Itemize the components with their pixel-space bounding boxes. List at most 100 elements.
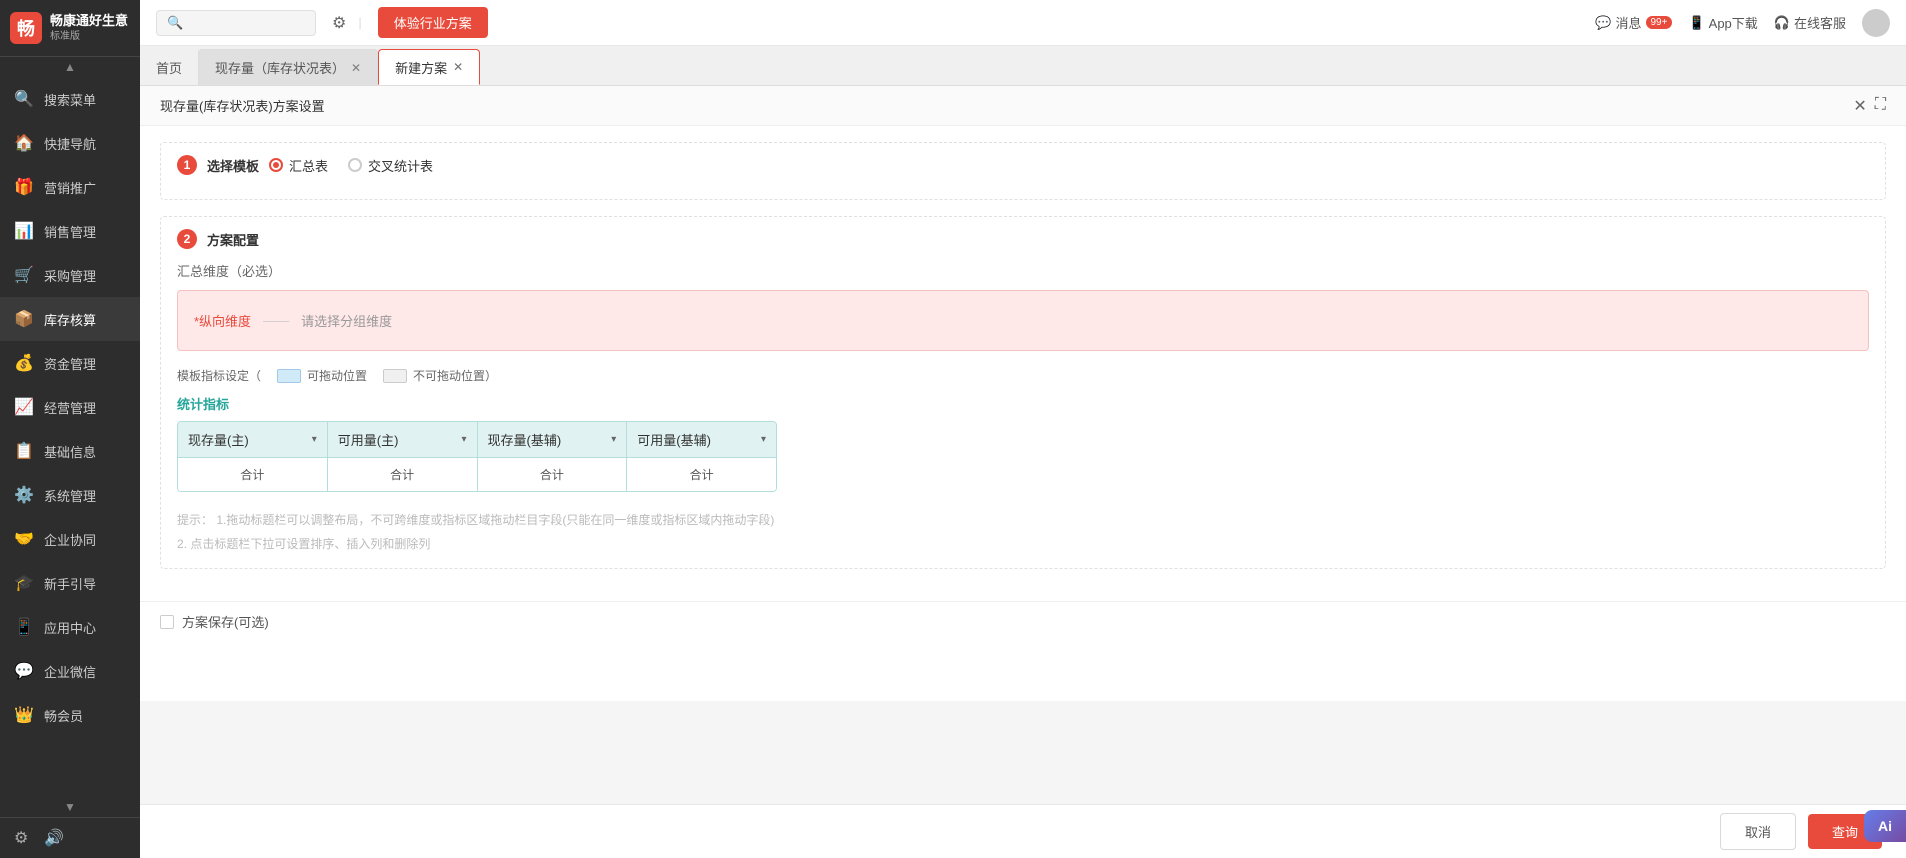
sidebar-item-marketing[interactable]: 🎁 营销推广 [0,165,140,209]
section2-header: 2 方案配置 [177,229,1869,249]
metrics-cell-1: 合计 [328,457,478,491]
service-label: 在线客服 [1794,13,1846,32]
home-icon: 🏠 [14,133,34,153]
settings-icon[interactable]: ⚙ [332,13,346,33]
volume-icon[interactable]: 🔊 [44,828,64,848]
panel-close-button[interactable]: ✕ [1853,96,1866,116]
sidebar-scroll-up[interactable]: ▲ [0,57,140,77]
tab-inventory-close[interactable]: ✕ [351,61,361,75]
panel-controls: ✕ ⛶ [1853,96,1886,116]
sidebar-item-search-menu[interactable]: 🔍 搜索菜单 [0,77,140,121]
sidebar-item-label: 搜索菜单 [44,90,96,109]
sidebar-footer: ⚙ 🔊 [0,817,140,858]
cart-icon: 🛒 [14,265,34,285]
radio-cross[interactable]: 交叉统计表 [348,156,433,175]
content-area: ✕ ⛶ 现存量(库存状况表)方案设置 1 选择模板 汇总表 [140,86,1906,858]
metrics-col-1: 可用量(主) ▾ [328,422,478,457]
sidebar-item-sales[interactable]: 📊 销售管理 [0,209,140,253]
metrics-title: 统计指标 [177,394,1869,413]
section2-title: 方案配置 [207,230,259,249]
metrics-col-1-chevron[interactable]: ▾ [461,434,466,445]
sidebar-item-wechat[interactable]: 💬 企业微信 [0,649,140,693]
topbar-search-box[interactable]: 🔍 [156,10,316,36]
tab-home-label: 首页 [156,58,182,77]
metrics-col-3-label: 可用量(基辅) [637,430,711,449]
message-badge: 99+ [1646,16,1673,29]
metrics-col-0-label: 现存量(主) [188,430,249,449]
metrics-config-label: 模板指标设定（ [177,367,261,384]
sidebar-nav: 🔍 搜索菜单 🏠 快捷导航 🎁 营销推广 📊 销售管理 🛒 采购管理 📦 库存核… [0,77,140,797]
sidebar-item-app-center[interactable]: 📱 应用中心 [0,605,140,649]
sidebar: 畅 畅康通好生意 标准版 ▲ 🔍 搜索菜单 🏠 快捷导航 🎁 营销推广 📊 销售… [0,0,140,858]
sidebar-item-basic-info[interactable]: 📋 基础信息 [0,429,140,473]
metrics-col-3: 可用量(基辅) ▾ [627,422,776,457]
message-button[interactable]: 💬 消息 99+ [1595,13,1672,32]
metrics-table: 现存量(主) ▾ 可用量(主) ▾ 现存量(基辅) ▾ [177,421,777,492]
sidebar-item-quick-nav[interactable]: 🏠 快捷导航 [0,121,140,165]
legend-fixed-box [383,369,407,383]
save-option: 方案保存(可选) [140,601,1906,641]
sidebar-item-label: 企业协同 [44,530,96,549]
section-config: 2 方案配置 汇总维度（必选） *纵向维度 —— 请选择分组维度 模板指标设定（ [160,216,1886,569]
sidebar-scroll-down[interactable]: ▼ [0,797,140,817]
hint-2: 2. 点击标题栏下拉可设置排序、插入列和删除列 [177,532,1869,556]
sidebar-item-operations[interactable]: 📈 经营管理 [0,385,140,429]
radio-summary[interactable]: 汇总表 [269,156,328,175]
metrics-legend: 模板指标设定（ 可拖动位置 不可拖动位置） [177,367,1869,384]
hints: 提示： 1.拖动标题栏可以调整布局，不可跨维度或指标区域拖动栏目字段(只能在同一… [177,508,1869,556]
tab-inventory-label: 现存量（库存状况表） [215,58,345,77]
metrics-col-2-label: 现存量(基辅) [488,430,562,449]
panel-expand-button[interactable]: ⛶ [1875,96,1886,116]
online-service-button[interactable]: 🎧 在线客服 [1774,13,1846,32]
bottom-bar: 取消 查询 [140,804,1906,858]
dimension-box[interactable]: *纵向维度 —— 请选择分组维度 [177,290,1869,351]
gear-icon: ⚙️ [14,485,34,505]
money-icon: 💰 [14,353,34,373]
tab-inventory-status[interactable]: 现存量（库存状况表） ✕ [198,49,378,85]
trial-button[interactable]: 体验行业方案 [378,7,488,38]
chart-icon: 📈 [14,397,34,417]
app-download-button[interactable]: 📱 App下载 [1688,13,1757,32]
search-input[interactable] [189,16,289,30]
sidebar-item-newbie[interactable]: 🎓 新手引导 [0,561,140,605]
metrics-col-2-chevron[interactable]: ▾ [611,434,616,445]
bottom-spacer [140,641,1906,701]
metrics-col-0-chevron[interactable]: ▾ [312,434,317,445]
search-icon: 🔍 [167,15,183,31]
sidebar-item-sys-mgmt[interactable]: ⚙️ 系统管理 [0,473,140,517]
message-label: 消息 [1615,13,1641,32]
sidebar-item-label: 销售管理 [44,222,96,241]
phone-icon: 📱 [1688,15,1704,31]
sidebar-item-label: 采购管理 [44,266,96,285]
user-avatar[interactable] [1862,9,1890,37]
sidebar-item-label: 经营管理 [44,398,96,417]
settings-icon[interactable]: ⚙ [14,828,28,848]
aggregate-label: 汇总维度（必选） [177,261,1869,280]
panel-title: 现存量(库存状况表)方案设置 [160,99,325,114]
metrics-col-3-chevron[interactable]: ▾ [761,434,766,445]
sidebar-item-purchase[interactable]: 🛒 采购管理 [0,253,140,297]
tab-home[interactable]: 首页 [140,49,198,85]
legend-draggable-label: 可拖动位置 [307,367,367,384]
tab-new-plan[interactable]: 新建方案 ✕ [378,49,480,85]
sidebar-item-label: 快捷导航 [44,134,96,153]
wechat-icon: 💬 [14,661,34,681]
sidebar-item-enterprise[interactable]: 🤝 企业协同 [0,517,140,561]
tab-new-plan-close[interactable]: ✕ [453,60,463,74]
metrics-table-body: 合计 合计 合计 合计 [178,457,776,491]
section1-header: 1 选择模板 汇总表 交叉统计表 [177,155,1869,175]
save-checkbox[interactable] [160,615,174,629]
clipboard-icon: 📋 [14,441,34,461]
gift-icon: 🎁 [14,177,34,197]
sidebar-item-finance[interactable]: 💰 资金管理 [0,341,140,385]
panel-header: 现存量(库存状况表)方案设置 [140,86,1906,126]
section-template: 1 选择模板 汇总表 交叉统计表 [160,142,1886,200]
sidebar-item-inventory[interactable]: 📦 库存核算 [0,297,140,341]
topbar-separator: | [358,15,361,30]
ai-float-button[interactable]: Ai [1864,810,1906,842]
cancel-button[interactable]: 取消 [1720,813,1796,850]
logo-icon: 畅 [10,12,42,44]
radio-summary-dot [269,158,283,172]
app-edition: 标准版 [50,30,128,44]
sidebar-item-member[interactable]: 👑 畅会员 [0,693,140,737]
